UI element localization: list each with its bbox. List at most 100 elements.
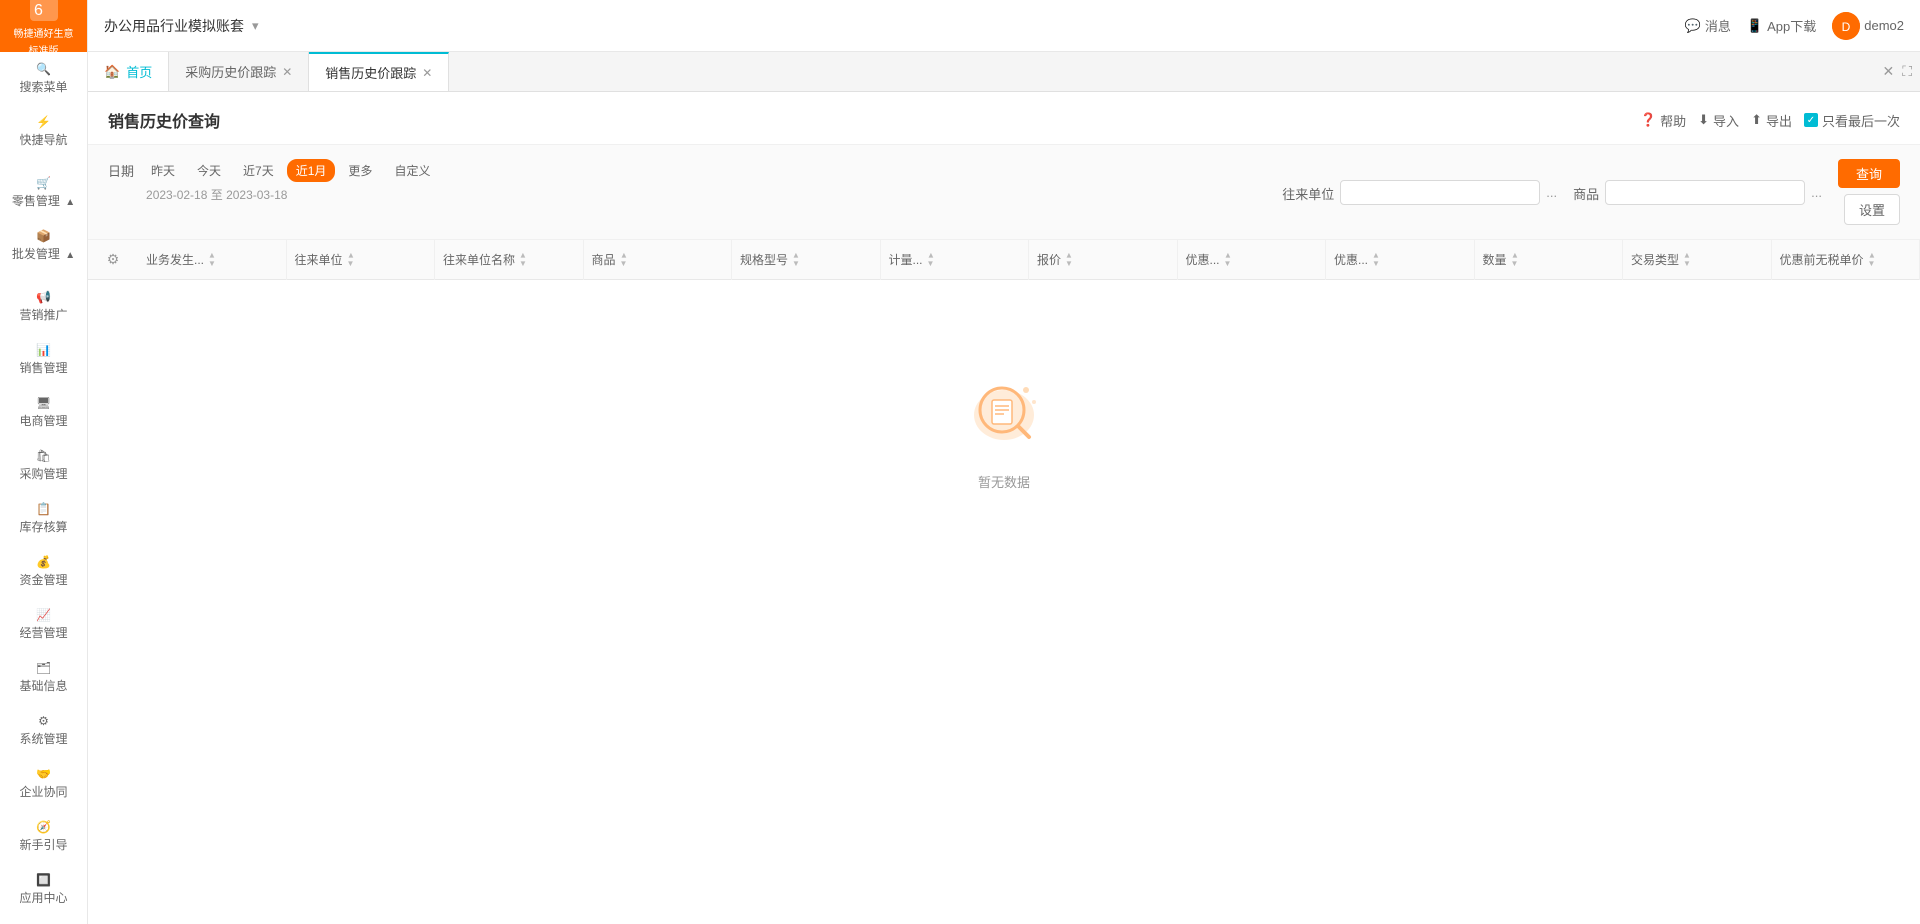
date-btn-more[interactable]: 更多 <box>339 159 381 182</box>
date-btn-custom[interactable]: 自定义 <box>385 159 439 182</box>
sidebar-item-wechat[interactable]: 💬 企业微信 <box>0 916 88 924</box>
col-goods[interactable]: 商品 ▼ ▼ <box>584 240 733 280</box>
svg-text:6: 6 <box>34 2 43 19</box>
sidebar-item-finance[interactable]: 💰 资金管理 <box>0 545 88 598</box>
topbar-right: 💬 消息 📱 App下载 D demo2 <box>1685 12 1904 40</box>
sidebar-item-label: 应用中心 <box>19 889 67 906</box>
sort-quoted-price[interactable]: ▼ ▼ <box>1065 251 1073 268</box>
export-button[interactable]: ⬆ 导出 <box>1751 111 1792 130</box>
maximize-button[interactable]: ⛶ <box>1902 63 1912 80</box>
date-btn-today[interactable]: 今天 <box>188 159 230 182</box>
help-icon: ❓ <box>1640 112 1656 128</box>
close-all-tabs-button[interactable]: ✕ <box>1882 63 1894 80</box>
sidebar-item-search[interactable]: 🔍 搜索菜单 <box>0 52 88 105</box>
sort-down-icon: ▼ <box>519 260 527 268</box>
sidebar-item-label: 搜索菜单 <box>19 78 67 95</box>
date-btn-1month[interactable]: 近1月 <box>287 159 336 182</box>
sidebar-item-purchase-mgmt[interactable]: 🛍 采购管理 <box>0 439 88 492</box>
sidebar-item-label: 企业协同 <box>19 783 67 800</box>
tab-purchase[interactable]: 采购历史价跟踪 ✕ <box>169 52 309 91</box>
date-btn-7days[interactable]: 近7天 <box>234 159 283 182</box>
goods-input-more[interactable]: ... <box>1811 185 1822 200</box>
purchase-mgmt-icon: 🛍 <box>36 449 51 463</box>
col-partner-code[interactable]: 往来单位 ▼ ▼ <box>287 240 436 280</box>
sidebar-item-basic-info[interactable]: 🗂 基础信息 <box>0 651 88 704</box>
table-settings-icon[interactable]: ⚙ <box>107 251 120 268</box>
sort-partner-code[interactable]: ▼ ▼ <box>347 251 355 268</box>
sort-down-icon: ▼ <box>1683 260 1691 268</box>
sidebar-item-retail[interactable]: 🛒 零售管理 ▲ <box>0 166 88 219</box>
sidebar-item-inventory[interactable]: 📋 库存核算 <box>0 492 88 545</box>
user-menu[interactable]: D demo2 <box>1832 12 1904 40</box>
import-button[interactable]: ⬇ 导入 <box>1698 111 1739 130</box>
date-filter-group: 日期 昨天 今天 近7天 近1月 更多 自定义 2023-02-18 至 202… <box>108 159 439 203</box>
tab-home[interactable]: 🏠 首页 <box>88 52 169 91</box>
col-discount2[interactable]: 优惠... ▼ ▼ <box>1326 240 1475 280</box>
col-business-date[interactable]: 业务发生... ▼ ▼ <box>138 240 287 280</box>
wholesale-icon: 📦 <box>36 229 51 243</box>
sort-up-icon: ▼ <box>1683 251 1691 259</box>
col-spec[interactable]: 规格型号 ▼ ▼ <box>732 240 881 280</box>
tab-purchase-close[interactable]: ✕ <box>282 65 292 79</box>
sidebar-item-wholesale[interactable]: 📦 批发管理 ▲ <box>0 219 88 272</box>
col-trade-type[interactable]: 交易类型 ▼ ▼ <box>1623 240 1772 280</box>
sidebar-item-label: 新手引导 <box>19 836 67 853</box>
partner-input[interactable] <box>1340 180 1540 205</box>
sort-business-date[interactable]: ▼ ▼ <box>208 251 216 268</box>
goods-filter-section: 商品 ... <box>1573 180 1822 205</box>
col-pretax-price[interactable]: 优惠前无税单价 ▼ ▼ <box>1772 240 1920 280</box>
sort-down-icon: ▼ <box>792 260 800 268</box>
filter-action-buttons: 查询 设置 <box>1838 159 1900 225</box>
sort-goods[interactable]: ▼ ▼ <box>620 251 628 268</box>
sidebar-item-enterprise[interactable]: 🤝 企业协同 <box>0 757 88 810</box>
sort-partner-name[interactable]: ▼ ▼ <box>519 251 527 268</box>
sidebar-item-quick-nav[interactable]: ⚡ 快捷导航 <box>0 105 88 158</box>
tab-sales-close[interactable]: ✕ <box>422 66 432 80</box>
date-range-display: 2023-02-18 至 2023-03-18 <box>146 186 439 203</box>
sidebar-item-label: 基础信息 <box>19 677 67 694</box>
sort-down-icon: ▼ <box>1372 260 1380 268</box>
sort-quantity[interactable]: ▼ ▼ <box>1511 251 1519 268</box>
query-button[interactable]: 查询 <box>1838 159 1900 188</box>
sort-up-icon: ▼ <box>208 251 216 259</box>
marketing-icon: 📢 <box>36 290 51 304</box>
sort-trade-type[interactable]: ▼ ▼ <box>1683 251 1691 268</box>
col-quoted-price[interactable]: 报价 ▼ ▼ <box>1029 240 1178 280</box>
sidebar-item-sales-mgmt[interactable]: 📊 销售管理 <box>0 333 88 386</box>
topbar: 办公用品行业模拟账套 ▾ 💬 消息 📱 App下载 D demo2 <box>88 0 1920 52</box>
sort-unit[interactable]: ▼ ▼ <box>927 251 935 268</box>
sidebar-item-guide[interactable]: 🧭 新手引导 <box>0 810 88 863</box>
main-area: 办公用品行业模拟账套 ▾ 💬 消息 📱 App下载 D demo2 🏠 首页 <box>88 0 1920 924</box>
tab-sales[interactable]: 销售历史价跟踪 ✕ <box>309 52 449 91</box>
partner-input-more[interactable]: ... <box>1546 185 1557 200</box>
sidebar-item-marketing[interactable]: 📢 营销推广 <box>0 280 88 333</box>
sort-discount1[interactable]: ▼ ▼ <box>1224 251 1232 268</box>
settings-button[interactable]: 设置 <box>1844 194 1900 225</box>
workspace-dropdown-icon[interactable]: ▾ <box>252 18 259 34</box>
sort-up-icon: ▼ <box>620 251 628 259</box>
sidebar-item-apps[interactable]: 🔲 应用中心 <box>0 863 88 916</box>
col-unit[interactable]: 计量... ▼ ▼ <box>881 240 1030 280</box>
col-discount1[interactable]: 优惠... ▼ ▼ <box>1178 240 1327 280</box>
help-button[interactable]: ❓ 帮助 <box>1640 111 1686 130</box>
only-last-checkbox[interactable]: ✓ 只看最后一次 <box>1804 111 1900 130</box>
ecommerce-icon: 🖥 <box>36 396 51 410</box>
sort-down-icon: ▼ <box>620 260 628 268</box>
sidebar-item-system[interactable]: ⚙ 系统管理 <box>0 704 88 757</box>
date-btn-yesterday[interactable]: 昨天 <box>142 159 184 182</box>
goods-input[interactable] <box>1605 180 1805 205</box>
col-partner-name[interactable]: 往来单位名称 ▼ ▼ <box>435 240 584 280</box>
message-button[interactable]: 💬 消息 <box>1685 16 1731 35</box>
sort-spec[interactable]: ▼ ▼ <box>792 251 800 268</box>
table-container: ⚙ 业务发生... ▼ ▼ 往来单位 ▼ ▼ 往 <box>88 240 1920 571</box>
sort-discount2[interactable]: ▼ ▼ <box>1372 251 1380 268</box>
col-quantity[interactable]: 数量 ▼ ▼ <box>1475 240 1624 280</box>
sidebar-item-ecommerce[interactable]: 🖥 电商管理 <box>0 386 88 439</box>
sort-pretax-price[interactable]: ▼ ▼ <box>1868 251 1876 268</box>
operation-icon: 📈 <box>36 608 51 622</box>
retail-icon: 🛒 <box>36 176 51 190</box>
sidebar-logo[interactable]: 6 畅捷通好生意 标准版 <box>0 0 88 52</box>
empty-state: 暂无数据 <box>88 280 1920 571</box>
sidebar-item-operation[interactable]: 📈 经营管理 <box>0 598 88 651</box>
app-download-button[interactable]: 📱 App下载 <box>1747 16 1816 35</box>
